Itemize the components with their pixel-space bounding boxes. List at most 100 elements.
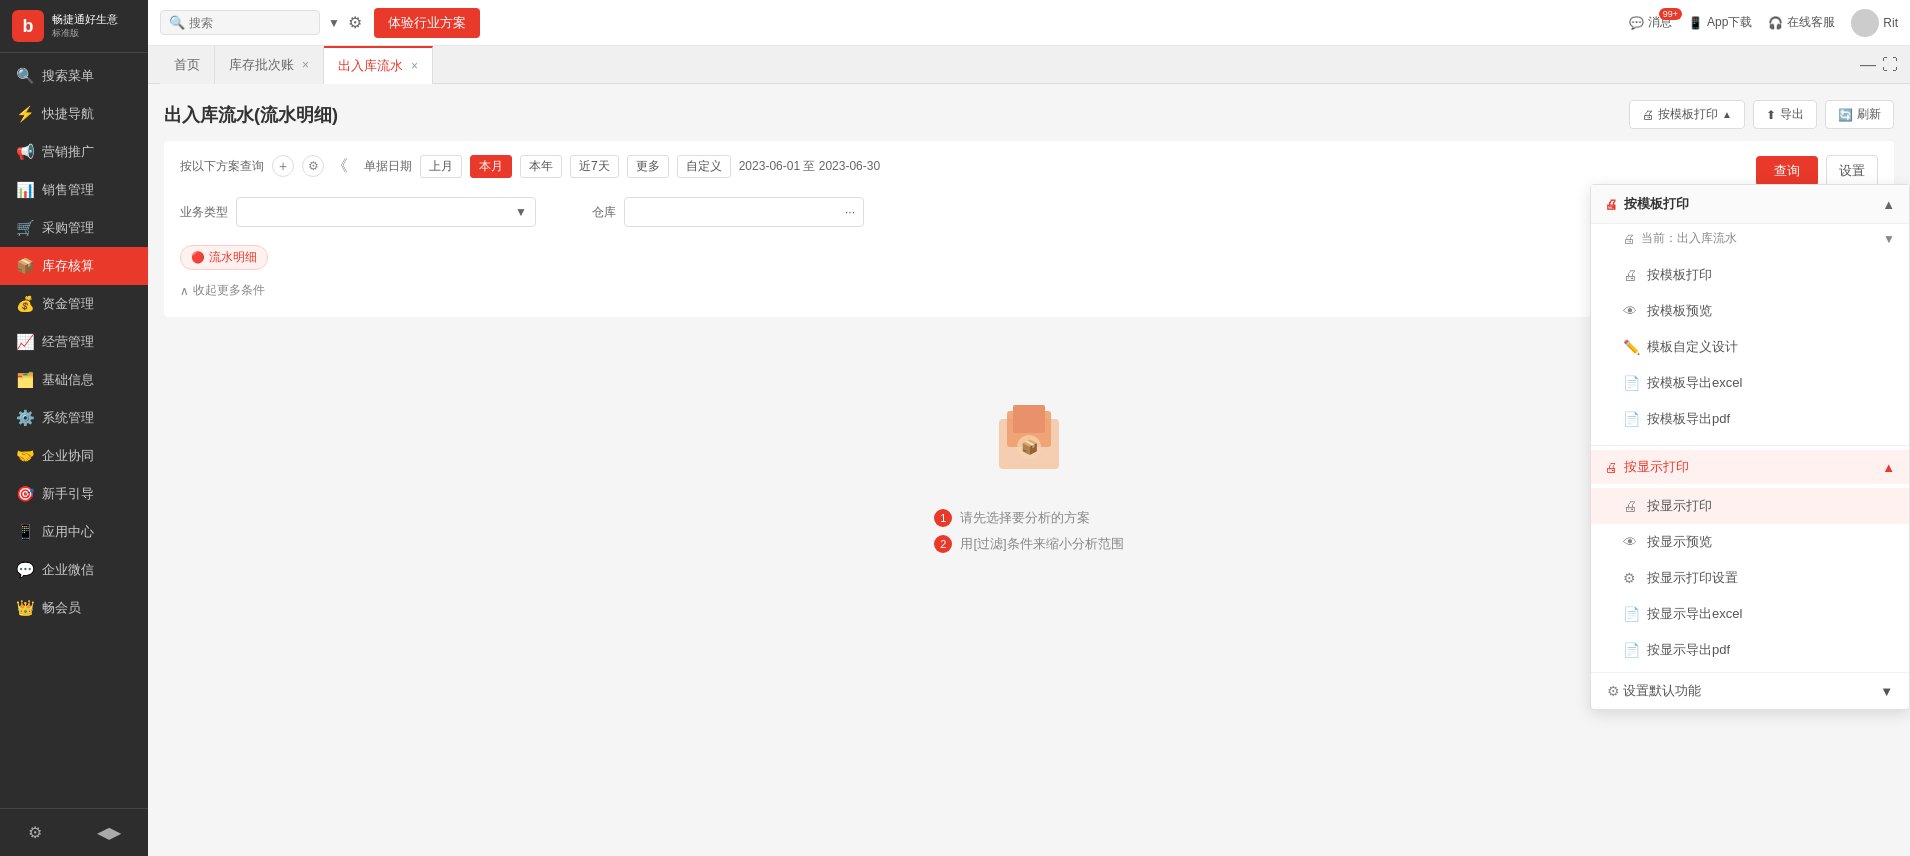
sidebar-icon-shortcut: ⚡ [16, 105, 34, 123]
tag-label: 流水明细 [209, 249, 257, 266]
sidebar-item-sales[interactable]: 📊 销售管理 [0, 171, 148, 209]
sidebar-item-marketing[interactable]: 📢 营销推广 [0, 133, 148, 171]
gear-small-icon: ⚙ [308, 159, 319, 173]
svg-text:📦: 📦 [1021, 439, 1039, 456]
template-design-item[interactable]: ✏️ 模板自定义设计 [1591, 329, 1909, 365]
dropdown-footer[interactable]: ⚙ 设置默认功能 ▼ [1591, 672, 1909, 709]
date-more-btn[interactable]: 更多 [627, 155, 669, 178]
sidebar-item-vip[interactable]: 👑 畅会员 [0, 589, 148, 627]
filter-setting-btn[interactable]: ⚙ [302, 155, 324, 177]
sidebar-label-basic: 基础信息 [42, 371, 94, 389]
current-arrow: ▼ [1883, 232, 1895, 246]
sidebar-item-inventory[interactable]: 📦 库存核算 [0, 247, 148, 285]
filter-add-btn[interactable]: + [272, 155, 294, 177]
display-export-excel-label: 按显示导出excel [1647, 605, 1742, 623]
topbar-online-service[interactable]: 🎧 在线客服 [1768, 14, 1835, 31]
display-preview-item[interactable]: 👁 按显示预览 [1591, 524, 1909, 560]
sidebar-settings-icon[interactable]: ⚙ [20, 819, 50, 846]
topbar-gear-icon[interactable]: ⚙ [348, 13, 362, 32]
display-export-pdf-item[interactable]: 📄 按显示导出pdf [1591, 632, 1909, 668]
tab-batch[interactable]: 库存批次账 × [215, 46, 324, 84]
sidebar-item-search[interactable]: 🔍 搜索菜单 [0, 57, 148, 95]
template-export-pdf-icon: 📄 [1623, 411, 1639, 427]
topbar-message[interactable]: 💬 消息 99+ [1629, 14, 1672, 31]
print-template-btn[interactable]: 🖨 按模板打印 ▲ [1629, 100, 1745, 129]
date-custom-btn[interactable]: 自定义 [677, 155, 731, 178]
sidebar-logo: b 畅捷通好生意 标准版 [0, 0, 148, 53]
sidebar-item-shortcut[interactable]: ⚡ 快捷导航 [0, 95, 148, 133]
tab-batch-close[interactable]: × [302, 58, 309, 72]
refresh-btn[interactable]: 🔄 刷新 [1825, 100, 1894, 129]
display-print-item[interactable]: 🖨 按显示打印 [1591, 488, 1909, 524]
page-header: 出入库流水(流水明细) 🖨 按模板打印 ▲ ⬆ 导出 🔄 刷新 [164, 100, 1894, 129]
app-name: 畅捷通好生意 [52, 12, 118, 27]
user-name: Rit [1883, 16, 1898, 30]
export-btn[interactable]: ⬆ 导出 [1753, 100, 1817, 129]
date-this-month-btn[interactable]: 本月 [470, 155, 512, 178]
tab-flow-close[interactable]: × [411, 59, 418, 73]
tab-bar: 首页 库存批次账 × 出入库流水 × — ⛶ [148, 46, 1910, 84]
filter-collapse-icon[interactable]: 《 [332, 156, 348, 177]
biz-type-select[interactable]: ▼ [236, 197, 536, 227]
display-print-settings-item[interactable]: ⚙ 按显示打印设置 [1591, 560, 1909, 596]
tab-flow[interactable]: 出入库流水 × [324, 46, 433, 84]
dropdown-header-print-icon: 🖨 [1605, 197, 1618, 212]
date-last-month-btn[interactable]: 上月 [420, 155, 462, 178]
sidebar-item-finance[interactable]: 💰 资金管理 [0, 285, 148, 323]
display-export-excel-item[interactable]: 📄 按显示导出excel [1591, 596, 1909, 632]
search-icon: 🔍 [169, 15, 185, 30]
sidebar-collapse-icon[interactable]: ◀▶ [89, 819, 129, 846]
dropdown-collapse-arrow[interactable]: ▲ [1882, 197, 1895, 212]
filter-action-btns: 查询 设置 [1756, 155, 1878, 187]
sidebar-label-marketing: 营销推广 [42, 143, 94, 161]
sidebar-item-appcenter[interactable]: 📱 应用中心 [0, 513, 148, 551]
sidebar-label-inventory: 库存核算 [42, 257, 94, 275]
tabs-minimize-btn[interactable]: — [1860, 56, 1876, 74]
sidebar-item-system[interactable]: ⚙️ 系统管理 [0, 399, 148, 437]
display-section-icon: 🖨 [1605, 460, 1618, 475]
tab-flow-label: 出入库流水 [338, 57, 403, 75]
sidebar-label-appcenter: 应用中心 [42, 523, 94, 541]
collapse-label: 收起更多条件 [193, 282, 265, 299]
date-7days-btn[interactable]: 近7天 [570, 155, 619, 178]
print-label: 按模板打印 [1658, 106, 1718, 123]
search-input[interactable] [189, 16, 289, 30]
sidebar-label-operation: 经营管理 [42, 333, 94, 351]
display-preview-icon: 👁 [1623, 534, 1639, 550]
dropdown-header: 🖨 按模板打印 ▲ [1591, 185, 1909, 224]
chevron-up-icon: ∧ [180, 284, 189, 298]
tag-icon: 🔴 [191, 251, 205, 264]
topbar-user[interactable]: Rit [1851, 9, 1898, 37]
template-print-icon: 🖨 [1623, 267, 1639, 283]
tabs-maximize-btn[interactable]: ⛶ [1882, 56, 1898, 74]
display-print-section-header[interactable]: 🖨 按显示打印 ▲ [1591, 450, 1909, 484]
sidebar-item-purchase[interactable]: 🛒 采购管理 [0, 209, 148, 247]
print-icon: 🖨 [1642, 108, 1654, 122]
sidebar-icon-basic: 🗂️ [16, 371, 34, 389]
sidebar-item-newbie[interactable]: 🎯 新手引导 [0, 475, 148, 513]
date-this-year-btn[interactable]: 本年 [520, 155, 562, 178]
page-top-btns: 🖨 按模板打印 ▲ ⬆ 导出 🔄 刷新 [1629, 100, 1894, 129]
filter-scheme-label: 按以下方案查询 [180, 158, 264, 175]
topbar-app-download[interactable]: 📱 App下载 [1688, 14, 1752, 31]
template-export-pdf-label: 按模板导出pdf [1647, 410, 1730, 428]
trial-btn[interactable]: 体验行业方案 [374, 8, 480, 38]
query-btn[interactable]: 查询 [1756, 156, 1818, 186]
template-preview-label: 按模板预览 [1647, 302, 1712, 320]
dropdown-current: 🖨 当前：出入库流水 ▼ [1591, 224, 1909, 253]
topbar-search-box[interactable]: 🔍 [160, 10, 320, 35]
settings-btn[interactable]: 设置 [1826, 155, 1878, 187]
display-section-arrow: ▲ [1882, 460, 1895, 475]
template-export-excel-item[interactable]: 📄 按模板导出excel [1591, 365, 1909, 401]
template-export-pdf-item[interactable]: 📄 按模板导出pdf [1591, 401, 1909, 437]
sidebar-item-enterprise[interactable]: 🤝 企业协同 [0, 437, 148, 475]
tab-home[interactable]: 首页 [160, 46, 215, 84]
sidebar-item-wxenterprise[interactable]: 💬 企业微信 [0, 551, 148, 589]
sidebar-item-basic[interactable]: 🗂️ 基础信息 [0, 361, 148, 399]
sidebar-item-operation[interactable]: 📈 经营管理 [0, 323, 148, 361]
display-print-settings-label: 按显示打印设置 [1647, 569, 1738, 587]
warehouse-select[interactable]: ··· [624, 197, 864, 227]
topbar-search-dropdown[interactable]: ▼ [328, 16, 340, 30]
template-preview-item[interactable]: 👁 按模板预览 [1591, 293, 1909, 329]
template-print-item[interactable]: 🖨 按模板打印 [1591, 257, 1909, 293]
